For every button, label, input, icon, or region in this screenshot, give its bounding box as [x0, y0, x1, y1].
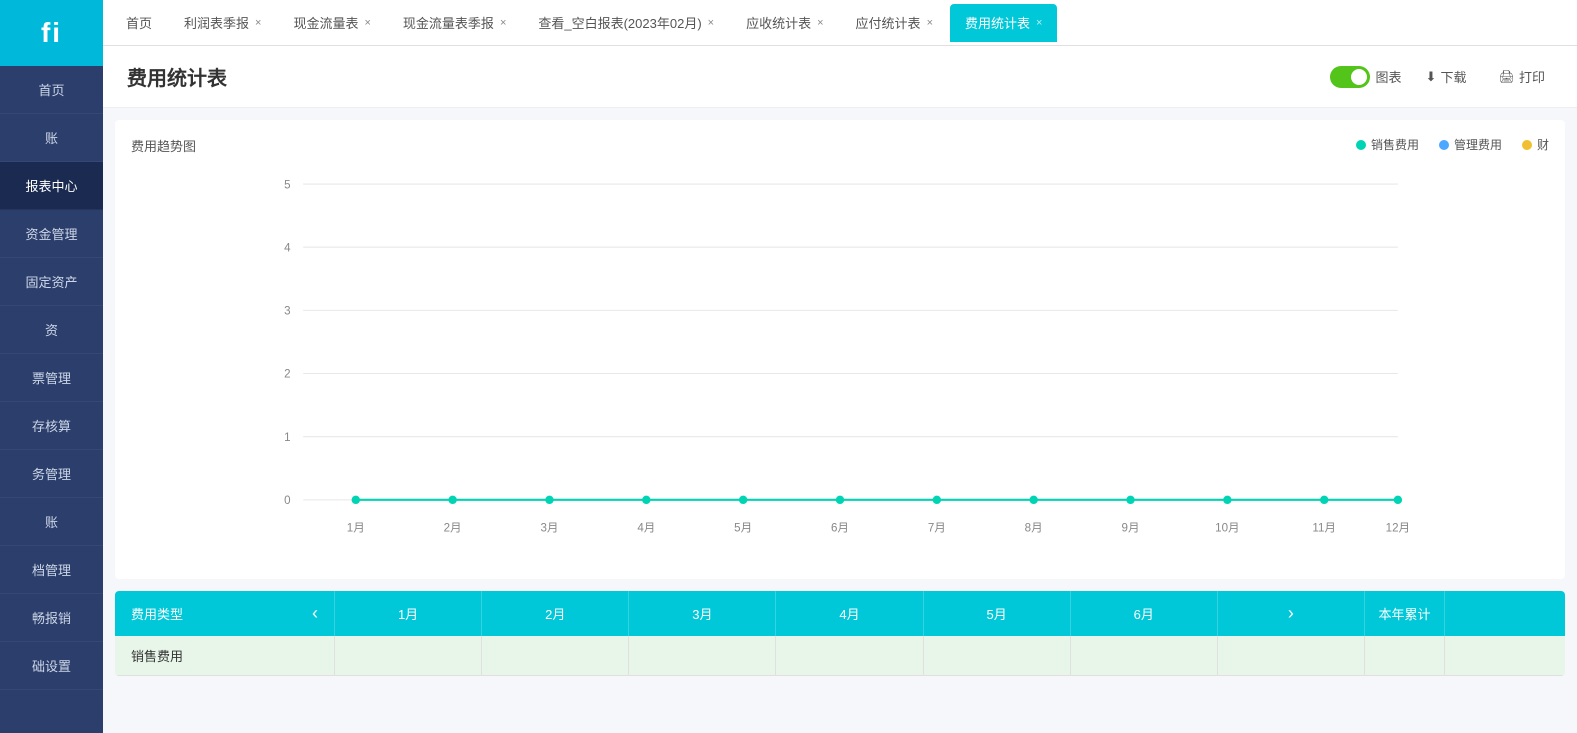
chart-toggle[interactable]: [1330, 66, 1370, 88]
svg-text:8月: 8月: [1025, 522, 1043, 534]
th-month-6: 6月: [1071, 591, 1218, 636]
th-year-total: 本年累计: [1365, 591, 1445, 636]
sidebar-item-report-center[interactable]: 报表中心: [0, 162, 103, 210]
chart-toggle-wrap: 图表: [1330, 66, 1402, 88]
td-nav-spacer: [1218, 636, 1365, 675]
sidebar-item-account[interactable]: 账: [0, 114, 103, 162]
page-title: 费用统计表: [127, 62, 227, 91]
sidebar-item-base-settings[interactable]: 础设置: [0, 642, 103, 690]
td-m1: [335, 636, 482, 675]
tab-close-cash-flow[interactable]: ×: [364, 17, 370, 29]
tab-cash-flow[interactable]: 现金流量表 ×: [278, 4, 385, 42]
sidebar-item-inventory[interactable]: 存核算: [0, 402, 103, 450]
sidebar-item-home[interactable]: 首页: [0, 66, 103, 114]
legend-admin-expense: 管理费用: [1439, 136, 1502, 153]
svg-text:5: 5: [284, 179, 290, 191]
th-month-5: 5月: [924, 591, 1071, 636]
th-month-4: 4月: [776, 591, 923, 636]
print-button[interactable]: 🖨 打印: [1490, 63, 1553, 90]
sidebar: fi 首页 账 报表中心 资金管理 固定资产 资 票管理 存核算 务管理 账 档…: [0, 0, 103, 733]
svg-text:2月: 2月: [444, 522, 462, 534]
th-month-1: 1月: [335, 591, 482, 636]
legend-dot-sales: [1356, 140, 1366, 150]
svg-text:11月: 11月: [1312, 522, 1336, 534]
tab-check-blank[interactable]: 查看_空白报表(2023年02月) ×: [523, 4, 729, 42]
chart-title: 费用趋势图: [131, 136, 1549, 155]
tab-close-expense[interactable]: ×: [1036, 17, 1042, 29]
svg-text:1: 1: [284, 432, 290, 444]
svg-text:9月: 9月: [1122, 522, 1140, 534]
table-header: 费用类型 ‹ 1月 2月 3月 4月 5月 6月 › 本年累计: [115, 591, 1565, 636]
sidebar-item-sales-return[interactable]: 畅报销: [0, 594, 103, 642]
th-type: 费用类型 ‹: [115, 591, 335, 636]
legend-finance-expense: 财: [1522, 136, 1549, 153]
th-nav-next[interactable]: ›: [1218, 591, 1365, 636]
download-icon: ⬇: [1426, 69, 1437, 85]
th-month-2: 2月: [482, 591, 629, 636]
chart-container: 费用趋势图 销售费用 管理费用 财: [115, 120, 1565, 579]
svg-text:4月: 4月: [637, 522, 655, 534]
chart-legend: 销售费用 管理费用 财: [1356, 136, 1549, 153]
svg-text:7月: 7月: [928, 522, 946, 534]
sidebar-item-fixed-assets[interactable]: 固定资产: [0, 258, 103, 306]
svg-text:4: 4: [284, 242, 291, 254]
svg-text:2: 2: [284, 369, 290, 381]
tab-payable[interactable]: 应付统计表 ×: [841, 4, 948, 42]
sidebar-item-sub-account[interactable]: 账: [0, 498, 103, 546]
print-icon: 🖨: [1498, 69, 1515, 85]
tab-home[interactable]: 首页: [111, 4, 167, 42]
tab-close-check-blank[interactable]: ×: [708, 17, 714, 29]
tab-expense[interactable]: 费用统计表 ×: [950, 4, 1057, 42]
td-m4: [776, 636, 923, 675]
td-m6: [1071, 636, 1218, 675]
tab-bar: 首页 利润表季报 × 现金流量表 × 现金流量表季报 × 查看_空白报表(202…: [103, 0, 1577, 46]
sidebar-logo: fi: [0, 0, 103, 66]
svg-text:1月: 1月: [347, 522, 365, 534]
download-button[interactable]: ⬇ 下载: [1418, 63, 1475, 90]
tab-cash-flow-quarterly[interactable]: 现金流量表季报 ×: [388, 4, 521, 42]
chart-area: 0 1 2 3 4 5 1月 2月 3月 4月 5月 6月 7月 8月 9月: [131, 163, 1549, 563]
legend-dot-finance: [1522, 140, 1532, 150]
main-content: 首页 利润表季报 × 现金流量表 × 现金流量表季报 × 查看_空白报表(202…: [103, 0, 1577, 733]
td-m3: [629, 636, 776, 675]
header-actions: 图表 ⬇ 下载 🖨 打印: [1330, 63, 1553, 90]
page-header: 费用统计表 图表 ⬇ 下载 🖨 打印: [103, 46, 1577, 108]
tab-receivable[interactable]: 应收统计表 ×: [731, 4, 838, 42]
tab-close-cash-flow-quarterly[interactable]: ×: [500, 17, 506, 29]
chart-toggle-label: 图表: [1376, 67, 1402, 86]
tab-close-payable[interactable]: ×: [927, 17, 933, 29]
sidebar-item-business-management[interactable]: 务管理: [0, 450, 103, 498]
sidebar-item-ticket-management[interactable]: 票管理: [0, 354, 103, 402]
svg-text:3月: 3月: [540, 522, 558, 534]
table-row-sales: 销售费用: [115, 636, 1565, 676]
prev-nav-icon[interactable]: ‹: [312, 603, 318, 624]
th-month-3: 3月: [629, 591, 776, 636]
td-type-sales: 销售费用: [115, 636, 335, 675]
td-m5: [924, 636, 1071, 675]
svg-text:6月: 6月: [831, 522, 849, 534]
sidebar-item-assets[interactable]: 资: [0, 306, 103, 354]
legend-sales-expense: 销售费用: [1356, 136, 1419, 153]
svg-text:5月: 5月: [734, 522, 752, 534]
svg-text:3: 3: [284, 306, 290, 318]
svg-text:0: 0: [284, 495, 290, 507]
svg-text:12月: 12月: [1386, 522, 1410, 534]
sidebar-item-fund-management[interactable]: 资金管理: [0, 210, 103, 258]
legend-dot-admin: [1439, 140, 1449, 150]
sidebar-item-file-management[interactable]: 档管理: [0, 546, 103, 594]
tab-close-profit-report[interactable]: ×: [255, 17, 261, 29]
tab-close-receivable[interactable]: ×: [817, 17, 823, 29]
page-content: 费用统计表 图表 ⬇ 下载 🖨 打印 费用趋势图: [103, 46, 1577, 733]
expense-table: 费用类型 ‹ 1月 2月 3月 4月 5月 6月 › 本年累计 销售费用: [115, 591, 1565, 676]
td-m2: [482, 636, 629, 675]
svg-text:10月: 10月: [1215, 522, 1239, 534]
tab-profit-report[interactable]: 利润表季报 ×: [169, 4, 276, 42]
td-year-total: [1365, 636, 1445, 675]
